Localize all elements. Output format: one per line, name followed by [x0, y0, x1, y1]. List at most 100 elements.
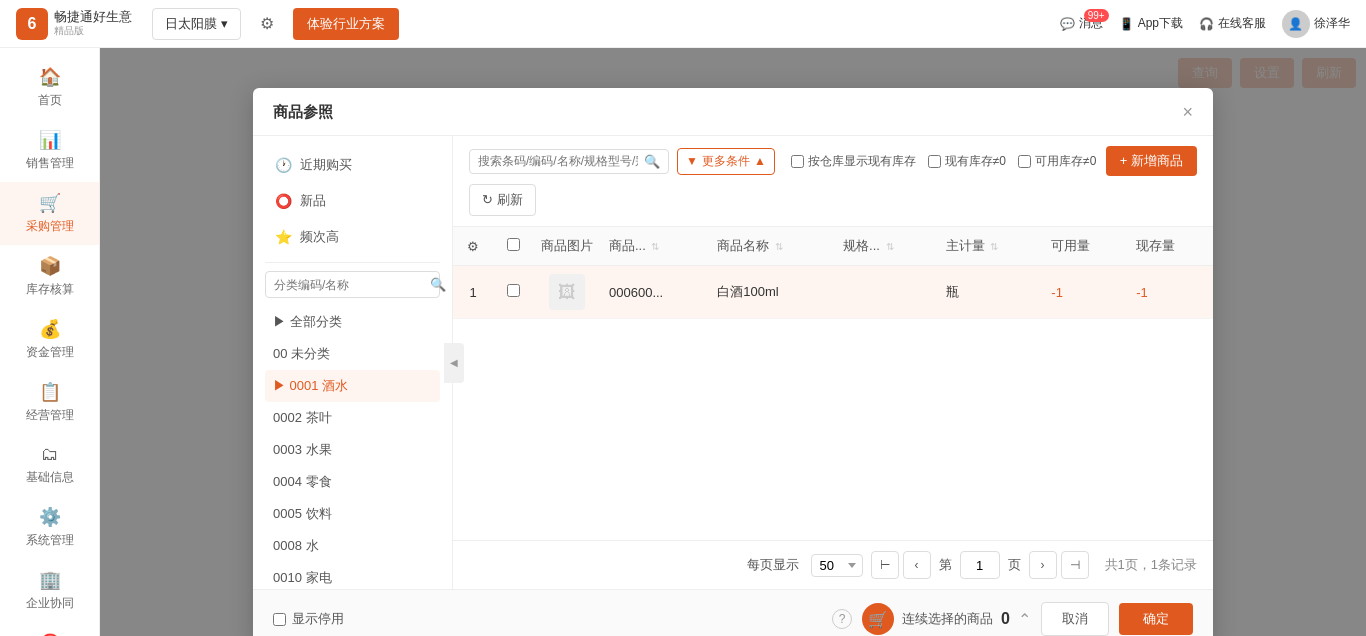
- product-table-panel: 🔍 ▼ 更多条件 ▲ 按仓库显示现有库存: [453, 136, 1213, 589]
- enterprise-icon: 🏢: [39, 569, 61, 591]
- cart-icon[interactable]: 🛒: [862, 603, 894, 635]
- category-0003[interactable]: 0003 水果: [265, 434, 440, 466]
- sidebar-item-system[interactable]: ⚙️ 系统管理: [0, 496, 99, 559]
- product-image: 🖼: [549, 274, 585, 310]
- col-unit[interactable]: 主计量 ⇅: [938, 227, 1044, 266]
- per-page-label: 每页显示: [747, 556, 799, 574]
- tab-frequent[interactable]: ⭐ 频次高: [265, 220, 440, 254]
- sort-icon-name: ⇅: [775, 241, 783, 252]
- experience-btn[interactable]: 体验行业方案: [293, 8, 399, 40]
- store-dropdown[interactable]: 日太阳膜 ▾: [152, 8, 241, 40]
- modal-body: 🕐 近期购买 ⭕ 新品 ⭐ 频次高: [253, 136, 1213, 589]
- product-table-container: ⚙ 商品图片 商品... ⇅: [453, 227, 1213, 540]
- logo: 6 畅捷通好生意 精品版: [16, 8, 132, 40]
- confirm-button[interactable]: 确定: [1119, 603, 1193, 635]
- category-0004[interactable]: 0004 零食: [265, 466, 440, 498]
- next-page-button[interactable]: ›: [1029, 551, 1057, 579]
- settings-icon[interactable]: ⚙: [251, 8, 283, 40]
- category-0001[interactable]: ▶ 0001 酒水: [265, 370, 440, 402]
- sidebar-item-basic[interactable]: 🗂 基础信息: [0, 434, 99, 496]
- show-disabled-checkbox[interactable]: 显示停用: [273, 610, 344, 628]
- warehouse-stock-checkbox[interactable]: 按仓库显示现有库存: [791, 153, 916, 170]
- footer-right: ? 🛒 连续选择的商品 0 ⌃ 取消 确定: [832, 602, 1193, 636]
- pagination: 每页显示 50 10 20 100 ⊢ ‹ 第: [453, 540, 1213, 589]
- inventory-icon: 📦: [39, 255, 61, 277]
- col-stock[interactable]: 现存量: [1128, 227, 1213, 266]
- app-download-nav[interactable]: 📱 App下载: [1119, 15, 1183, 32]
- category-0010[interactable]: 0010 家电: [265, 562, 440, 589]
- sort-icon-spec: ⇅: [886, 241, 894, 252]
- phone-icon: 📱: [1119, 17, 1134, 31]
- cart-count: 0: [1001, 610, 1010, 628]
- col-product-name[interactable]: 商品名称 ⇅: [709, 227, 835, 266]
- sidebar-item-sales[interactable]: 📊 销售管理: [0, 119, 99, 182]
- prev-page-button[interactable]: ‹: [903, 551, 931, 579]
- sidebar-item-inventory[interactable]: 📦 库存核算: [0, 245, 99, 308]
- sidebar-item-home[interactable]: 🏠 首页: [0, 56, 99, 119]
- product-unit-cell: 瓶: [938, 266, 1044, 319]
- first-page-button[interactable]: ⊢: [871, 551, 899, 579]
- chevron-down-icon: ▾: [221, 16, 228, 31]
- category-0002[interactable]: 0002 茶叶: [265, 402, 440, 434]
- col-spec[interactable]: 规格... ⇅: [835, 227, 937, 266]
- category-search-box: 🔍: [265, 271, 440, 298]
- category-search-icon[interactable]: 🔍: [430, 277, 446, 292]
- sales-icon: 📊: [39, 129, 61, 151]
- user-nav[interactable]: 👤 徐泽华: [1282, 10, 1350, 38]
- current-page-input[interactable]: [960, 551, 1000, 579]
- per-page-select[interactable]: 50 10 20 100: [811, 554, 863, 577]
- sidebar-item-guide[interactable]: 🎯 新手引导: [0, 622, 99, 636]
- product-table: ⚙ 商品图片 商品... ⇅: [453, 227, 1213, 319]
- tab-recent-purchase[interactable]: 🕐 近期购买: [265, 148, 440, 182]
- sidebar-item-procurement[interactable]: 🛒 采购管理: [0, 182, 99, 245]
- basic-info-icon: 🗂: [41, 444, 59, 465]
- category-list: ▶ 全部分类 00 未分类 ▶ 0001 酒水 0002 茶叶: [253, 306, 452, 589]
- product-search-input[interactable]: [478, 154, 638, 168]
- add-product-button[interactable]: + 新增商品: [1106, 146, 1197, 176]
- customer-service-nav[interactable]: 🎧 在线客服: [1199, 15, 1266, 32]
- page-suffix: 页: [1008, 556, 1021, 574]
- more-filter-button[interactable]: ▼ 更多条件 ▲: [677, 148, 775, 175]
- page-navigation: ⊢ ‹ 第 页 › ⊣: [871, 551, 1089, 579]
- sidebar-item-enterprise[interactable]: 🏢 企业协同: [0, 559, 99, 622]
- col-settings[interactable]: ⚙: [453, 227, 493, 266]
- col-available[interactable]: 可用量: [1043, 227, 1128, 266]
- product-spec-cell: [835, 266, 937, 319]
- refresh-button[interactable]: ↻ 刷新: [469, 184, 536, 216]
- nonzero-available-checkbox[interactable]: 可用库存≠0: [1018, 153, 1096, 170]
- category-search-input[interactable]: [274, 278, 424, 292]
- nonzero-stock-checkbox[interactable]: 现有库存≠0: [928, 153, 1006, 170]
- select-all-checkbox[interactable]: [507, 238, 520, 251]
- messages-nav[interactable]: 💬 消息 99+: [1060, 15, 1103, 32]
- sort-icon-unit: ⇅: [990, 241, 998, 252]
- sidebar-item-finance[interactable]: 💰 资金管理: [0, 308, 99, 371]
- col-product-code[interactable]: 商品... ⇅: [601, 227, 709, 266]
- messages-badge: 99+: [1084, 9, 1109, 22]
- category-all[interactable]: ▶ 全部分类: [265, 306, 440, 338]
- panel-collapse-button[interactable]: ◀: [444, 343, 464, 383]
- sidebar-item-operations[interactable]: 📋 经营管理: [0, 371, 99, 434]
- cancel-button[interactable]: 取消: [1041, 602, 1109, 636]
- filter-icon: ▼: [686, 154, 698, 168]
- product-search-icon[interactable]: 🔍: [644, 154, 660, 169]
- product-image-cell: 🖼: [533, 266, 601, 319]
- cart-collapse-icon[interactable]: ⌃: [1018, 610, 1031, 629]
- col-check[interactable]: [493, 227, 533, 266]
- row-num: 1: [453, 266, 493, 319]
- category-00[interactable]: 00 未分类: [265, 338, 440, 370]
- category-0005[interactable]: 0005 饮料: [265, 498, 440, 530]
- table-row[interactable]: 1 🖼 000600... 白酒100ml 瓶: [453, 266, 1213, 319]
- category-0008[interactable]: 0008 水: [265, 530, 440, 562]
- modal-close-button[interactable]: ×: [1182, 102, 1193, 123]
- last-page-button[interactable]: ⊣: [1061, 551, 1089, 579]
- cart-area: 🛒 连续选择的商品 0 ⌃: [862, 603, 1031, 635]
- new-icon: ⭕: [275, 193, 292, 209]
- row-checkbox[interactable]: [493, 266, 533, 319]
- recent-icon: 🕐: [275, 157, 292, 173]
- help-icon[interactable]: ?: [832, 609, 852, 629]
- tab-new-products[interactable]: ⭕ 新品: [265, 184, 440, 218]
- filter-checkboxes: 按仓库显示现有库存 现有库存≠0 可用库存≠0: [791, 153, 1097, 170]
- sort-icon: ⇅: [651, 241, 659, 252]
- message-icon: 💬: [1060, 17, 1075, 31]
- operations-icon: 📋: [39, 381, 61, 403]
